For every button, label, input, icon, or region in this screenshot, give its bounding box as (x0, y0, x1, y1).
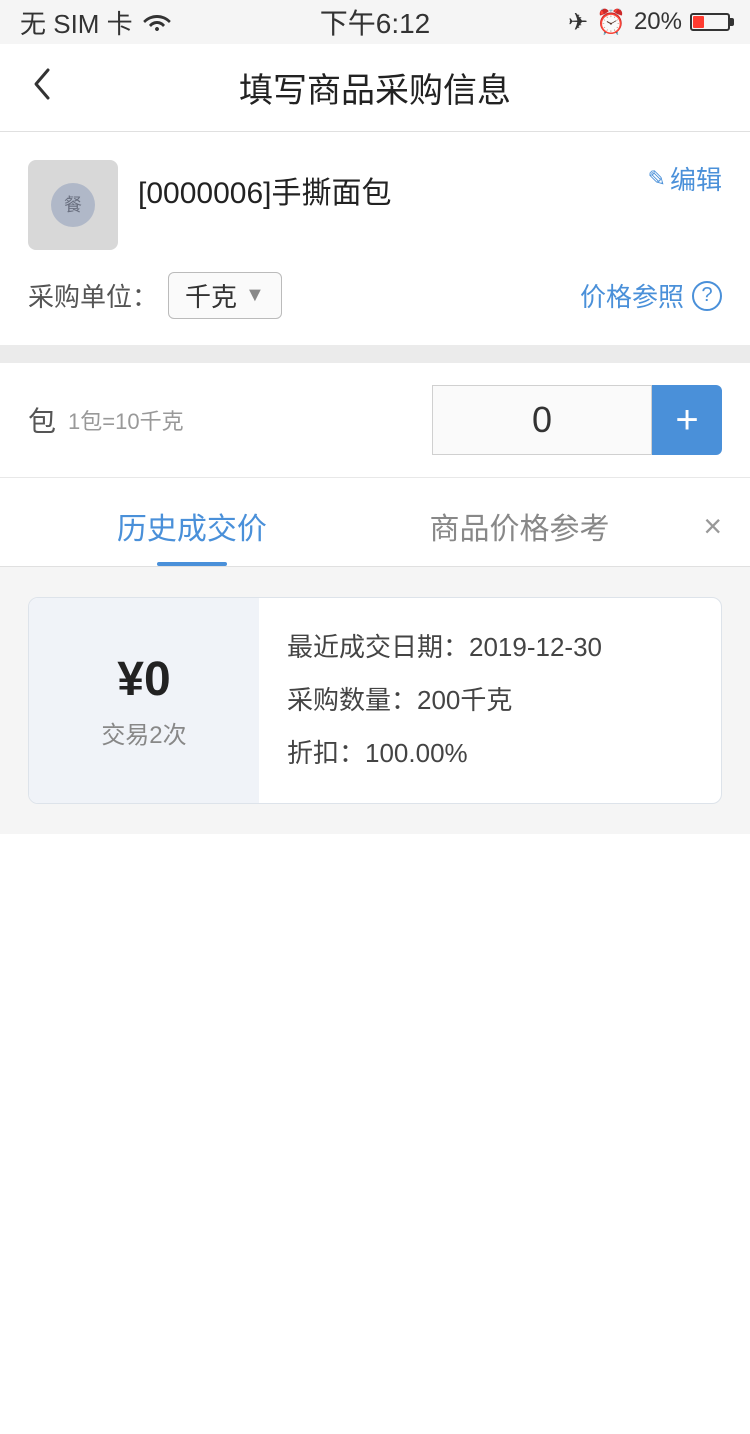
back-button[interactable] (28, 62, 56, 113)
quantity-row: 包 1包=10千克 + (0, 363, 750, 478)
trade-history-card: ¥0 交易2次 最近成交日期：2019-12-30 采购数量：200千克 折扣：… (28, 597, 722, 804)
alarm-icon: ⏰ (596, 8, 626, 37)
product-card: 餐 [0000006]手撕面包 ✎ 编辑 采购单位： 千克 ▼ 价格参照 (0, 132, 750, 345)
battery-percent: 20% (634, 8, 682, 36)
tab-history-price[interactable]: 历史成交价 (28, 478, 356, 566)
page-bottom (0, 834, 750, 1434)
tab-bar: 历史成交价 商品价格参考 × (0, 478, 750, 567)
product-name-area: [0000006]手撕面包 (138, 160, 391, 212)
quantity-unit-info: 包 1包=10千克 (28, 400, 184, 440)
edit-icon: ✎ (648, 166, 666, 192)
battery-icon (690, 13, 730, 31)
product-name: [0000006]手撕面包 (138, 168, 391, 212)
section-divider (0, 345, 750, 363)
wifi-icon (143, 7, 171, 38)
trade-recent-date-row: 最近成交日期：2019-12-30 (287, 628, 693, 667)
page-title: 填写商品采购信息 (239, 63, 511, 112)
trade-price-value: ¥0 (117, 652, 170, 707)
trade-price-section: ¥0 交易2次 (29, 598, 259, 803)
status-right: ✈ ⏰ 20% (568, 8, 730, 37)
product-top: 餐 [0000006]手撕面包 ✎ 编辑 (28, 160, 722, 250)
trade-quantity-row: 采购数量：200千克 (287, 681, 693, 720)
product-unit-row: 采购单位： 千克 ▼ 价格参照 ? (28, 272, 722, 345)
status-left: 无 SIM 卡 (20, 4, 171, 41)
quantity-unit-conversion: 1包=10千克 (68, 404, 184, 436)
quantity-input[interactable] (432, 385, 652, 455)
trade-count-label: 交易2次 (101, 715, 186, 750)
quantity-unit-badge: 包 (28, 400, 56, 440)
help-icon: ? (692, 281, 722, 311)
edit-button[interactable]: ✎ 编辑 (648, 160, 722, 197)
product-info: 餐 [0000006]手撕面包 (28, 160, 648, 250)
carrier-text: 无 SIM 卡 (20, 4, 133, 41)
dropdown-arrow-icon: ▼ (245, 284, 265, 307)
unit-select[interactable]: 千克 ▼ (168, 272, 282, 319)
quantity-control: + (432, 385, 722, 455)
svg-text:餐: 餐 (64, 195, 82, 215)
location-icon: ✈ (568, 8, 588, 37)
header: 填写商品采购信息 (0, 44, 750, 132)
trade-details-section: 最近成交日期：2019-12-30 采购数量：200千克 折扣：100.00% (259, 598, 721, 803)
quantity-plus-button[interactable]: + (652, 385, 722, 455)
status-bar: 无 SIM 卡 下午6:12 ✈ ⏰ 20% (0, 0, 750, 44)
price-reference-button[interactable]: 价格参照 ? (580, 277, 722, 314)
unit-label: 采购单位： (28, 277, 158, 314)
tab-product-price-reference[interactable]: 商品价格参考 (356, 478, 684, 566)
trade-discount-row: 折扣：100.00% (287, 734, 693, 773)
product-thumbnail: 餐 (28, 160, 118, 250)
status-time: 下午6:12 (320, 2, 431, 42)
tab-close-button[interactable]: × (683, 482, 722, 563)
